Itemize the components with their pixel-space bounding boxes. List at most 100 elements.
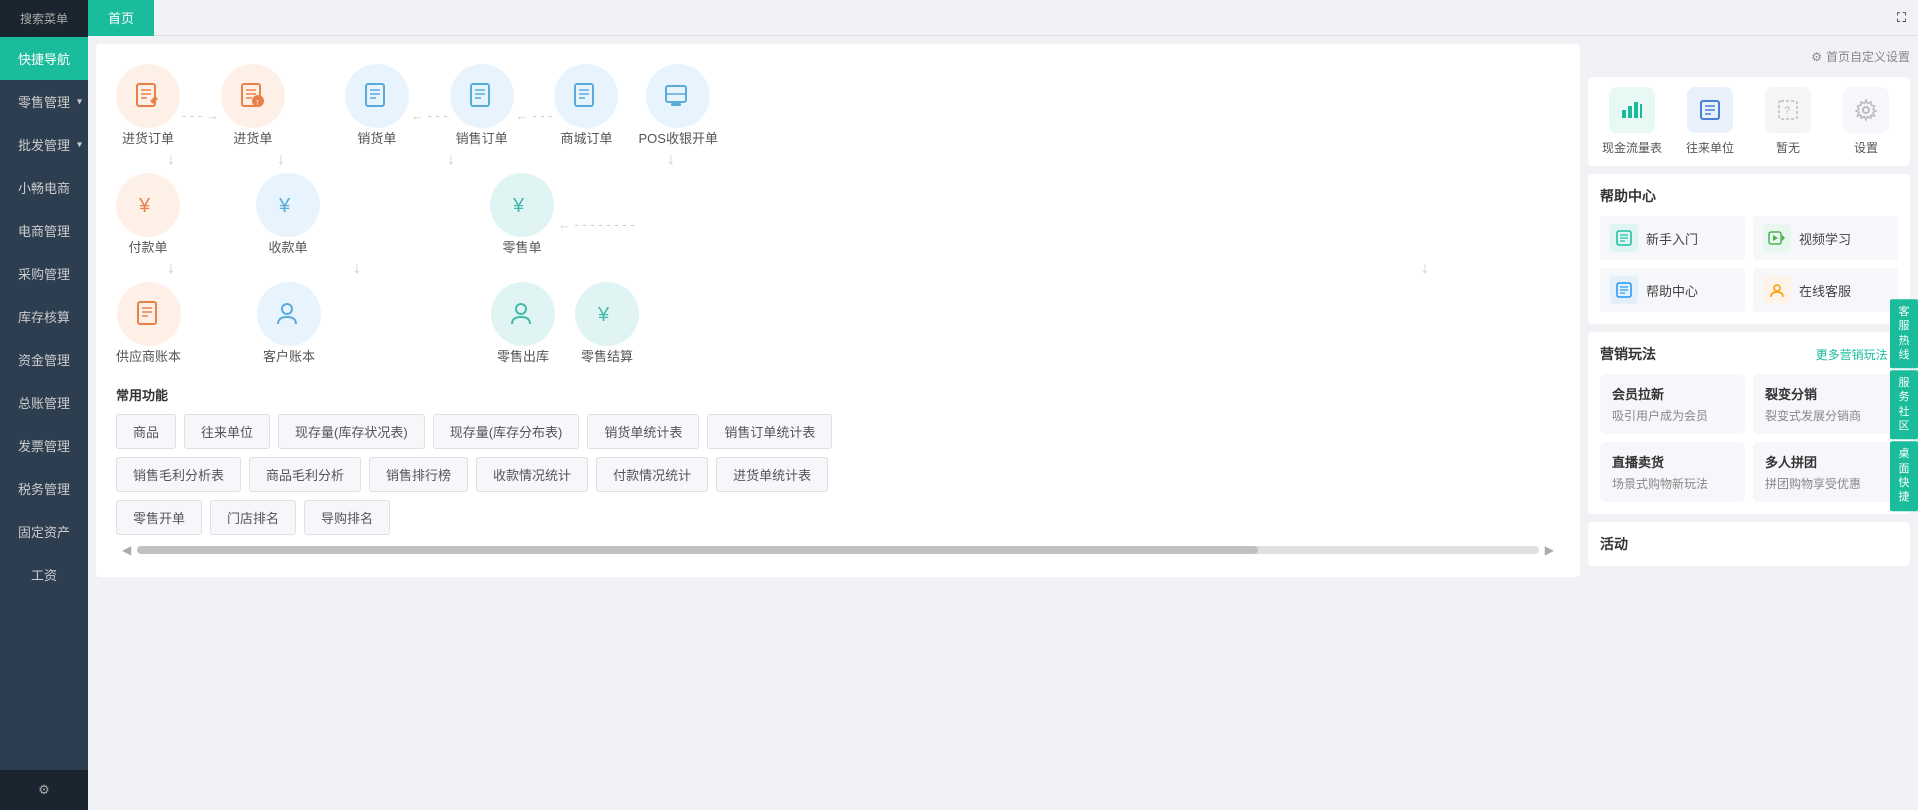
main-area: 首页 ⛶ 进货订单 xyxy=(88,0,1918,810)
flow-node-retail-bill[interactable]: ¥ 零售单 xyxy=(490,173,554,256)
down-arrow-retail: ↓ xyxy=(1370,260,1480,278)
fission-sub: 裂变式发展分销商 xyxy=(1765,407,1886,424)
sidebar-item-label: 采购管理 xyxy=(18,267,70,282)
func-btn-store-rank[interactable]: 门店排名 xyxy=(210,500,296,535)
sidebar-item-quick-nav[interactable]: 快捷导航 xyxy=(0,37,88,80)
float-btn-service-hotline[interactable]: 客服热线 xyxy=(1890,299,1918,368)
down-arrow-purchase: ↓ xyxy=(116,151,226,169)
flow-node-retail-settle[interactable]: ¥ 零售结算 xyxy=(575,282,639,365)
tab-home[interactable]: 首页 xyxy=(88,0,154,36)
func-btn-purchase-stat[interactable]: 进货单统计表 xyxy=(716,457,828,492)
flow-node-purchase-order[interactable]: 进货订单 xyxy=(116,64,180,147)
marketing-item-live[interactable]: 直播卖货 场景式购物新玩法 xyxy=(1600,442,1745,502)
sidebar-item-invoice[interactable]: 发票管理 xyxy=(0,424,88,467)
settings-icon-box xyxy=(1843,87,1889,133)
flow-node-pos[interactable]: POS收银开单 xyxy=(638,64,717,147)
live-title: 直播卖货 xyxy=(1612,452,1733,471)
flow-node-payment[interactable]: ¥ 付款单 xyxy=(116,173,180,256)
sidebar-item-wholesale[interactable]: 批发管理 ▾ xyxy=(0,123,88,166)
sales-bill-label: 销货单 xyxy=(357,128,396,147)
content-wrapper: 进货订单 - - - → ↑ 进货单 xyxy=(88,36,1918,810)
marketing-item-fission[interactable]: 裂变分销 裂变式发展分销商 xyxy=(1753,374,1898,434)
func-btn-receipt-stat[interactable]: 收款情况统计 xyxy=(476,457,588,492)
sidebar-item-ecommerce[interactable]: 电商管理 xyxy=(0,209,88,252)
func-btn-stock1[interactable]: 现存量(库存状况表) xyxy=(278,414,425,449)
marketing-item-member[interactable]: 会员拉新 吸引用户成为会员 xyxy=(1600,374,1745,434)
flow-node-customer-account[interactable]: 客户账本 xyxy=(257,282,321,365)
retail-out-icon xyxy=(491,282,555,346)
sidebar-item-salary[interactable]: 工资 xyxy=(0,553,88,596)
sidebar-item-inventory[interactable]: 库存核算 xyxy=(0,295,88,338)
svg-text:?: ? xyxy=(1784,105,1790,117)
quick-icon-contacts[interactable]: 往来单位 xyxy=(1676,87,1744,156)
help-item-service[interactable]: 在线客服 xyxy=(1753,268,1898,312)
func-btn-sales-rank[interactable]: 销售排行榜 xyxy=(369,457,468,492)
payment-icon: ¥ xyxy=(116,173,180,237)
func-btn-guide-rank[interactable]: 导购排名 xyxy=(304,500,390,535)
help-item-beginner[interactable]: 新手入门 xyxy=(1600,216,1745,260)
marketing-card: 营销玩法 更多营销玩法 > 会员拉新 吸引用户成为会员 裂变分销 裂变式发展分销… xyxy=(1588,332,1910,514)
none-icon: ? xyxy=(1765,87,1811,133)
scroll-track[interactable] xyxy=(137,546,1539,554)
sidebar-item-purchase[interactable]: 采购管理 xyxy=(0,252,88,295)
quick-icon-cash-flow[interactable]: 现金流量表 xyxy=(1598,87,1666,156)
expand-icon[interactable]: ⛶ xyxy=(1897,10,1906,26)
func-btn-sales-margin[interactable]: 销售毛利分析表 xyxy=(116,457,241,492)
float-btn-desktop-quick[interactable]: 桌面快捷 xyxy=(1890,442,1918,511)
scroll-right-arrow[interactable]: ▶ xyxy=(1539,543,1560,557)
marketing-grid: 会员拉新 吸引用户成为会员 裂变分销 裂变式发展分销商 直播卖货 场景式购物新玩… xyxy=(1600,374,1898,502)
supplier-account-icon xyxy=(117,282,181,346)
flow-node-sales-bill[interactable]: 销货单 xyxy=(345,64,409,147)
func-row-1: 商品 往来单位 现存量(库存状况表) 现存量(库存分布表) 销货单统计表 销售订… xyxy=(116,414,1560,449)
func-btn-goods[interactable]: 商品 xyxy=(116,414,176,449)
flow-node-purchase-bill[interactable]: ↑ 进货单 xyxy=(221,64,285,147)
float-btn-service-community[interactable]: 服务社区 xyxy=(1890,370,1918,439)
func-btn-retail-order[interactable]: 零售开单 xyxy=(116,500,202,535)
svg-text:¥: ¥ xyxy=(512,195,525,217)
func-btn-sales-order-stat[interactable]: 销售订单统计表 xyxy=(707,414,832,449)
sidebar-settings-button[interactable]: ⚙ xyxy=(0,770,88,810)
sidebar-item-accounting[interactable]: 总账管理 xyxy=(0,381,88,424)
member-sub: 吸引用户成为会员 xyxy=(1612,407,1733,424)
flow-diagram: 进货订单 - - - → ↑ 进货单 xyxy=(116,64,1560,365)
func-btn-goods-margin[interactable]: 商品毛利分析 xyxy=(249,457,361,492)
flow-node-retail-out[interactable]: 零售出库 xyxy=(491,282,555,365)
down-arrow-sales: ↓ xyxy=(396,151,506,169)
help-item-help[interactable]: 帮助中心 xyxy=(1600,268,1745,312)
payment-label: 付款单 xyxy=(128,237,167,256)
flow-row-3: 供应商账本 客户账本 xyxy=(116,282,1560,365)
customer-account-label: 客户账本 xyxy=(263,346,315,365)
sidebar-item-tax[interactable]: 税务管理 xyxy=(0,467,88,510)
func-btn-contacts[interactable]: 往来单位 xyxy=(184,414,270,449)
float-buttons: 客服热线 服务社区 桌面快捷 xyxy=(1890,299,1918,511)
arrow-pos-retail: ← - - - - - - - - xyxy=(558,217,635,256)
sidebar-search[interactable]: 搜索菜单 xyxy=(0,0,88,37)
func-btn-sales-stat[interactable]: 销货单统计表 xyxy=(587,414,699,449)
retail-out-label: 零售出库 xyxy=(497,346,549,365)
sidebar-item-assets[interactable]: 固定资产 xyxy=(0,510,88,553)
sidebar-item-label: 小畅电商 xyxy=(18,181,70,196)
flow-node-supplier-account[interactable]: 供应商账本 xyxy=(116,282,181,365)
marketing-item-group[interactable]: 多人拼团 拼团购物享受优惠 xyxy=(1753,442,1898,502)
sidebar-item-retail[interactable]: 零售管理 ▾ xyxy=(0,80,88,123)
sidebar-item-label: 电商管理 xyxy=(18,224,70,239)
marketing-more[interactable]: 更多营销玩法 > xyxy=(1816,346,1898,363)
help-card: 帮助中心 新手入门 视频学习 xyxy=(1588,174,1910,324)
help-item-video[interactable]: 视频学习 xyxy=(1753,216,1898,260)
pos-icon xyxy=(646,64,710,128)
purchase-bill-icon: ↑ xyxy=(221,64,285,128)
quick-icon-settings[interactable]: 设置 xyxy=(1832,87,1900,156)
sidebar-item-xiaochang[interactable]: 小畅电商 xyxy=(0,166,88,209)
func-btn-stock2[interactable]: 现存量(库存分布表) xyxy=(433,414,580,449)
svg-text:↑: ↑ xyxy=(255,97,260,107)
customize-row[interactable]: ⚙ 首页自定义设置 xyxy=(1588,44,1910,69)
scroll-left-arrow[interactable]: ◀ xyxy=(116,543,137,557)
quick-icon-none[interactable]: ? 暂无 xyxy=(1754,87,1822,156)
retail-settle-label: 零售结算 xyxy=(581,346,633,365)
func-btn-payment-stat[interactable]: 付款情况统计 xyxy=(596,457,708,492)
flow-node-receipt[interactable]: ¥ 收款单 xyxy=(256,173,320,256)
flow-node-mall-order[interactable]: 商城订单 xyxy=(554,64,618,147)
sidebar-item-finance[interactable]: 资金管理 xyxy=(0,338,88,381)
flow-node-sales-order[interactable]: 销售订单 xyxy=(450,64,514,147)
supplier-account-label: 供应商账本 xyxy=(116,346,181,365)
